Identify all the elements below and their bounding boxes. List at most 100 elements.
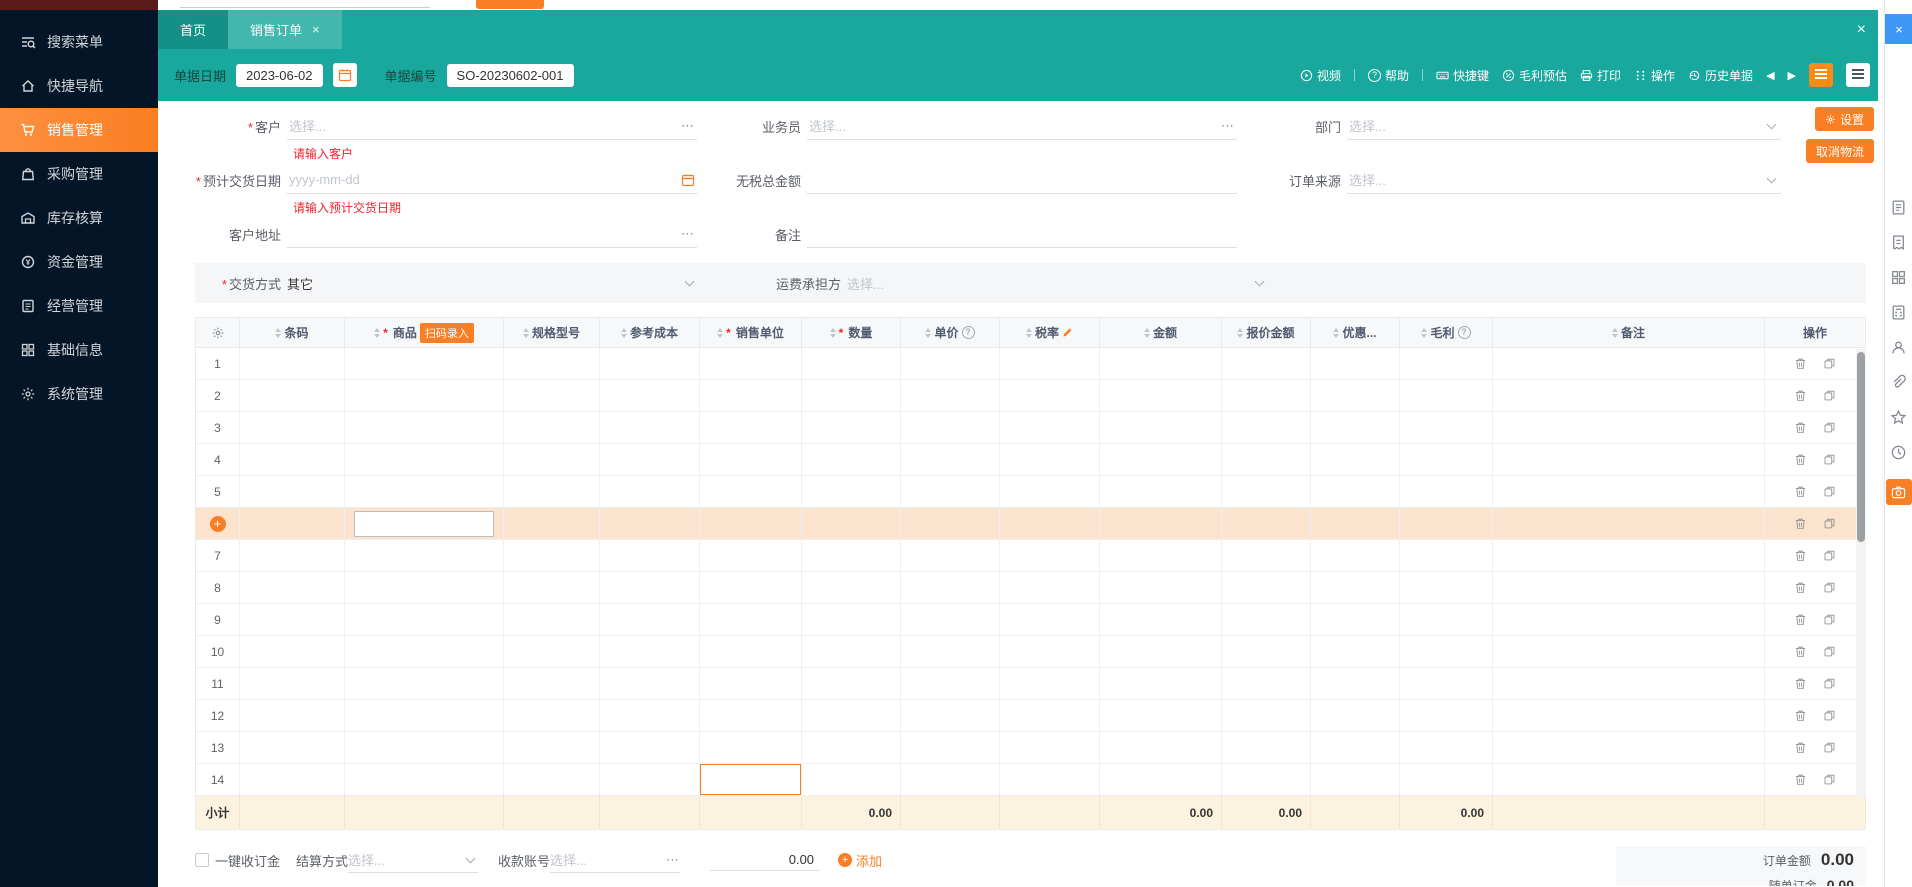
help-icon[interactable]: ? (961, 326, 975, 339)
department-input[interactable]: 选择... (1347, 112, 1781, 140)
batch-edit-icon[interactable] (1062, 327, 1073, 338)
document-icon[interactable] (1890, 199, 1907, 216)
remark-cell[interactable] (1493, 508, 1765, 539)
spec-cell[interactable] (504, 412, 600, 443)
copy-row-icon[interactable] (1823, 389, 1836, 402)
amount-cell[interactable] (1100, 572, 1222, 603)
table-row[interactable]: 10 + (196, 636, 1866, 668)
chevron-down-icon[interactable] (1766, 173, 1777, 183)
copy-row-icon[interactable] (1823, 421, 1836, 434)
qty-cell[interactable] (802, 540, 901, 571)
table-row[interactable]: 14 + (196, 764, 1866, 796)
barcode-cell[interactable] (240, 380, 345, 411)
delete-row-icon[interactable] (1794, 485, 1807, 498)
discount-cell[interactable] (1311, 540, 1400, 571)
tax-rate-cell[interactable] (1000, 732, 1100, 763)
amount-cell[interactable] (1100, 732, 1222, 763)
spec-cell[interactable] (504, 700, 600, 731)
discount-cell[interactable] (1311, 764, 1400, 795)
detail-view-toggle[interactable] (1846, 63, 1870, 87)
price-cell[interactable] (901, 540, 1000, 571)
price-cell[interactable] (901, 732, 1000, 763)
panel-close-button[interactable]: × (1885, 14, 1912, 44)
sort-icons[interactable] (1611, 327, 1618, 338)
discount-cell[interactable] (1311, 380, 1400, 411)
table-row[interactable]: 11 + (196, 668, 1866, 700)
product-cell[interactable] (345, 636, 504, 667)
ref-cost-cell[interactable] (600, 636, 700, 667)
qty-cell[interactable] (802, 508, 901, 539)
amount-cell[interactable] (1100, 540, 1222, 571)
spec-cell[interactable] (504, 668, 600, 699)
discount-header[interactable]: 优惠... (1311, 318, 1400, 347)
discount-cell[interactable] (1311, 636, 1400, 667)
chevron-down-icon[interactable] (465, 853, 476, 863)
copy-row-icon[interactable] (1823, 453, 1836, 466)
amount-cell[interactable] (1100, 668, 1222, 699)
deposit-amount-input[interactable]: 0.00 (710, 849, 821, 871)
discount-cell[interactable] (1311, 508, 1400, 539)
amount-header[interactable]: 金额 (1100, 318, 1222, 347)
amount-cell[interactable] (1100, 508, 1222, 539)
price-cell[interactable] (901, 700, 1000, 731)
settlement-select[interactable]: 选择... (348, 847, 479, 873)
price-cell[interactable] (901, 508, 1000, 539)
sales-unit-cell[interactable] (700, 380, 802, 411)
delete-row-icon[interactable] (1794, 357, 1807, 370)
delete-row-icon[interactable] (1794, 773, 1807, 786)
profit-cell[interactable] (1400, 348, 1493, 379)
copy-row-icon[interactable] (1823, 549, 1836, 562)
delete-row-icon[interactable] (1794, 613, 1807, 626)
profit-cell[interactable] (1400, 604, 1493, 635)
price-cell[interactable] (901, 348, 1000, 379)
copy-row-icon[interactable] (1823, 485, 1836, 498)
ref-cost-cell[interactable] (600, 380, 700, 411)
product-edit-input[interactable] (354, 510, 494, 537)
remark-cell[interactable] (1493, 668, 1765, 699)
qty-cell[interactable] (802, 668, 901, 699)
qty-header[interactable]: * 数量 (802, 318, 901, 347)
profit-cell[interactable] (1400, 700, 1493, 731)
column-settings-header[interactable] (196, 318, 240, 347)
quote-amount-header[interactable]: 报价金额 (1222, 318, 1311, 347)
scan-entry-button[interactable]: 扫码录入 (419, 322, 474, 343)
product-cell[interactable] (345, 732, 504, 763)
product-cell[interactable] (345, 508, 504, 539)
ref-cost-header[interactable]: 参考成本 (600, 318, 700, 347)
tax-rate-cell[interactable] (1000, 764, 1100, 795)
table-scrollbar[interactable] (1856, 349, 1866, 797)
sales-unit-cell[interactable] (700, 636, 802, 667)
discount-cell[interactable] (1311, 476, 1400, 507)
tax-rate-cell[interactable] (1000, 476, 1100, 507)
profit-header[interactable]: 毛利 ? (1400, 318, 1493, 347)
barcode-cell[interactable] (240, 348, 345, 379)
product-cell[interactable] (345, 476, 504, 507)
tab-close-icon[interactable]: × (312, 22, 320, 37)
nav-forward-icon[interactable]: ▶ (1788, 69, 1796, 82)
sort-icons[interactable] (374, 327, 381, 338)
tax-rate-cell[interactable] (1000, 604, 1100, 635)
apps-icon[interactable] (1890, 269, 1907, 286)
customer-address-input[interactable]: ⋯ (287, 220, 697, 248)
qty-cell[interactable] (802, 444, 901, 475)
discount-cell[interactable] (1311, 604, 1400, 635)
customer-icon[interactable] (1890, 339, 1907, 356)
tax-free-total-input[interactable] (807, 166, 1237, 194)
spec-cell[interactable] (504, 764, 600, 795)
copy-row-icon[interactable] (1823, 613, 1836, 626)
qty-cell[interactable] (802, 604, 901, 635)
price-cell[interactable] (901, 444, 1000, 475)
delete-row-icon[interactable] (1794, 581, 1807, 594)
amount-cell[interactable] (1100, 604, 1222, 635)
list-view-toggle[interactable] (1809, 63, 1833, 87)
barcode-cell[interactable] (240, 508, 345, 539)
screenshot-tool-button[interactable] (1885, 479, 1912, 505)
table-row[interactable]: 8 + (196, 572, 1866, 604)
price-cell[interactable] (901, 476, 1000, 507)
tab-home[interactable]: 首页 (158, 10, 229, 49)
table-row[interactable]: 12 + (196, 700, 1866, 732)
profit-cell[interactable] (1400, 444, 1493, 475)
remark-header[interactable]: 备注 (1493, 318, 1765, 347)
sales-unit-cell[interactable] (700, 764, 802, 795)
calculator-icon[interactable] (1890, 304, 1907, 321)
